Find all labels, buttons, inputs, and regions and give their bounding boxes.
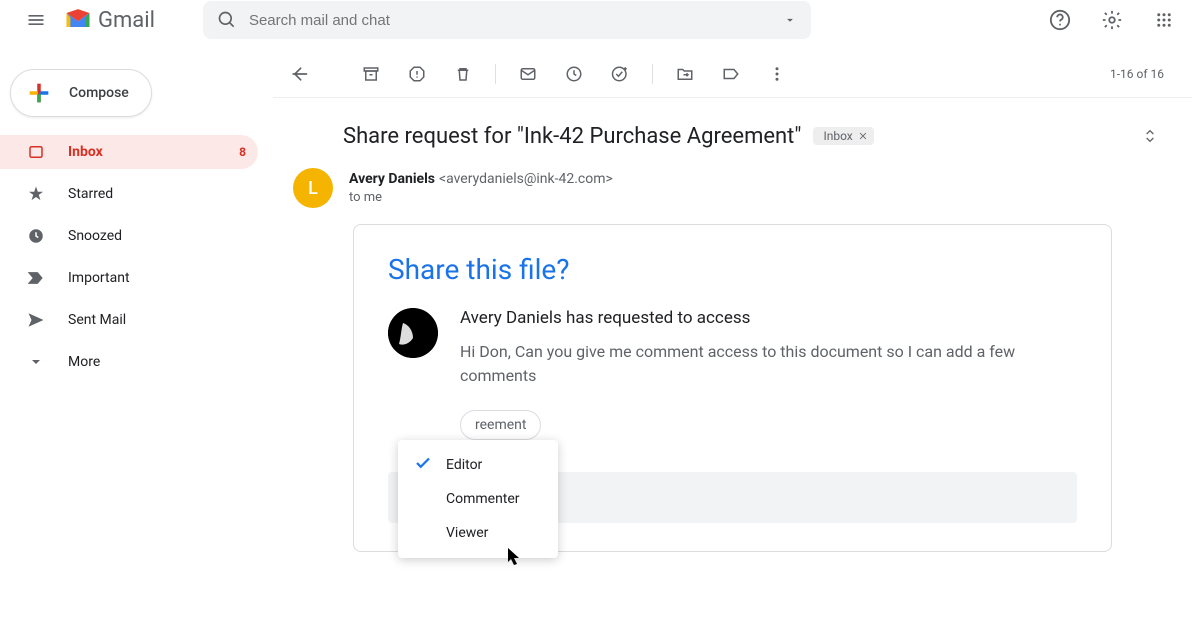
mouse-cursor-icon (508, 548, 522, 566)
search-icon (217, 10, 237, 30)
spam-button[interactable] (397, 54, 437, 94)
sender-avatar: L (293, 168, 333, 208)
delete-button[interactable] (443, 54, 483, 94)
search-input[interactable] (249, 12, 771, 29)
search-options-icon[interactable] (783, 13, 797, 27)
inbox-icon (27, 143, 45, 161)
sidebar: Compose Inbox 8 Starred Snoozed Importan… (0, 55, 258, 379)
help-icon (1049, 9, 1071, 31)
spam-icon (408, 65, 426, 83)
label-chip[interactable]: Inbox (813, 127, 873, 145)
sent-icon (27, 311, 45, 329)
subject-row: Share request for "Ink-42 Purchase Agree… (273, 98, 1192, 166)
trash-icon (454, 65, 472, 83)
sidebar-item-more[interactable]: More (0, 345, 258, 379)
clock-icon (27, 227, 45, 245)
sidebar-item-sent[interactable]: Sent Mail (0, 303, 258, 337)
request-body: Hi Don, Can you give me comment access t… (460, 340, 1077, 388)
header: Gmail (0, 0, 1200, 40)
check-icon (414, 454, 432, 472)
mark-unread-button[interactable] (508, 54, 548, 94)
compose-plus-icon (25, 79, 53, 107)
email-subject: Share request for "Ink-42 Purchase Agree… (343, 124, 801, 149)
dropdown-option-commenter[interactable]: Commenter (398, 482, 558, 516)
app-name: Gmail (98, 8, 155, 33)
sidebar-item-snoozed[interactable]: Snoozed (0, 219, 258, 253)
apps-button[interactable] (1144, 0, 1184, 40)
toolbar: 1-16 of 16 (273, 50, 1192, 98)
settings-button[interactable] (1092, 0, 1132, 40)
role-dropdown: Editor Commenter Viewer (398, 440, 558, 558)
label-icon (722, 65, 740, 83)
document-chip[interactable]: reement (460, 410, 541, 440)
dropdown-option-editor[interactable]: Editor (398, 448, 558, 482)
sidebar-item-inbox[interactable]: Inbox 8 (0, 135, 258, 169)
gmail-logo[interactable]: Gmail (64, 8, 155, 33)
gmail-m-icon (64, 9, 92, 31)
folder-move-icon (676, 65, 694, 83)
gear-icon (1101, 9, 1123, 31)
apps-grid-icon (1155, 11, 1173, 29)
add-task-button[interactable] (600, 54, 640, 94)
menu-button[interactable] (16, 0, 56, 40)
labels-button[interactable] (711, 54, 751, 94)
sender-name: Avery Daniels (349, 171, 435, 187)
chevron-down-icon (28, 354, 44, 370)
arrow-left-icon (289, 64, 309, 84)
help-button[interactable] (1040, 0, 1080, 40)
pagination-counter: 1-16 of 16 (1110, 67, 1186, 81)
search-bar[interactable] (203, 1, 811, 39)
compose-label: Compose (69, 85, 129, 101)
request-line: Avery Daniels has requested to access (460, 308, 1077, 328)
sender-email: <averydaniels@ink-42.com> (439, 171, 613, 187)
hamburger-icon (26, 10, 46, 30)
expand-icon (1142, 128, 1158, 144)
sender-row: L Avery Daniels <averydaniels@ink-42.com… (273, 166, 1192, 218)
to-line: to me (349, 190, 613, 205)
more-vert-icon (768, 65, 786, 83)
task-icon (611, 65, 629, 83)
card-title: Share this file? (388, 253, 1077, 286)
compose-button[interactable]: Compose (10, 69, 152, 117)
archive-icon (362, 65, 380, 83)
sidebar-item-important[interactable]: Important (0, 261, 258, 295)
requester-avatar (388, 308, 438, 358)
close-icon[interactable] (858, 131, 868, 141)
clock-outline-icon (565, 65, 583, 83)
more-actions-button[interactable] (757, 54, 797, 94)
back-button[interactable] (279, 54, 319, 94)
sidebar-item-starred[interactable]: Starred (0, 177, 258, 211)
archive-button[interactable] (351, 54, 391, 94)
dropdown-option-viewer[interactable]: Viewer (398, 516, 558, 550)
move-to-button[interactable] (665, 54, 705, 94)
star-icon (27, 185, 45, 203)
important-icon (26, 270, 46, 286)
header-right (1040, 0, 1184, 40)
expand-all-button[interactable] (1130, 116, 1170, 156)
snooze-button[interactable] (554, 54, 594, 94)
mail-icon (519, 65, 537, 83)
